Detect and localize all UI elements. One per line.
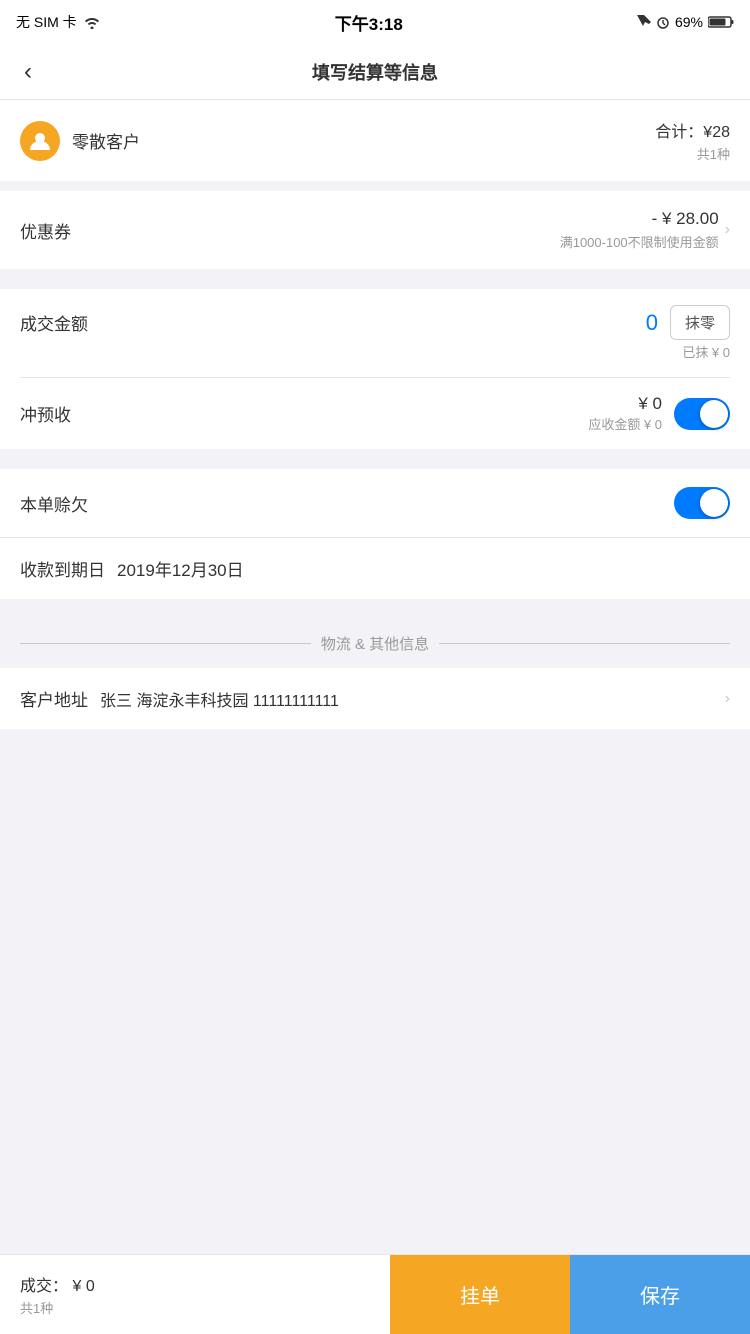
bottom-bar: 成交： ¥ 0 共1种 挂单 保存 <box>0 1254 750 1334</box>
back-button[interactable]: ‹ <box>16 50 40 94</box>
section-sep-3 <box>0 609 750 619</box>
deal-amount-label: 成交金额 <box>20 310 88 335</box>
address-row[interactable]: 客户地址 张三 海淀永丰科技园 11111111111 › <box>0 668 750 729</box>
logistics-line-right <box>439 643 730 644</box>
advance-amount: ¥ 0 <box>588 394 662 414</box>
deal-amount-right: 抹零 <box>578 305 730 340</box>
coupon-amount: - ¥ 28.00 <box>560 209 719 229</box>
bottom-deal-label: 成交： <box>20 1278 68 1295</box>
deduction-toggle[interactable] <box>674 487 730 519</box>
section-sep-1 <box>0 279 750 289</box>
status-right: 69% <box>637 14 734 30</box>
advance-right: ¥ 0 应收金额 ¥ 0 <box>588 394 730 433</box>
deal-amount-row: 成交金额 抹零 已抹 ¥ 0 <box>0 289 750 377</box>
hang-button[interactable]: 挂单 <box>390 1255 570 1334</box>
advance-amounts: ¥ 0 应收金额 ¥ 0 <box>588 394 662 433</box>
address-card[interactable]: 客户地址 张三 海淀永丰科技园 11111111111 › <box>0 668 750 729</box>
battery-icon <box>708 15 734 29</box>
coupon-row[interactable]: 优惠券 - ¥ 28.00 满1000-100不限制使用金额 › <box>0 191 750 269</box>
due-date-label: 收款到期日 <box>20 556 105 581</box>
advance-label: 冲预收 <box>20 401 71 426</box>
customer-card: 零散客户 合计：¥28 共1种 <box>0 100 750 181</box>
address-label: 客户地址 <box>20 686 88 711</box>
total-amount: 合计：¥28 <box>655 118 730 142</box>
section-sep-2 <box>0 459 750 469</box>
deduction-toggle-knob <box>700 489 728 517</box>
coupon-label: 优惠券 <box>20 218 71 243</box>
logistics-header: 物流 & 其他信息 <box>0 619 750 668</box>
due-date-row: 收款到期日 2019年12月30日 <box>0 537 750 599</box>
address-chevron-icon: › <box>725 690 730 708</box>
coupon-card[interactable]: 优惠券 - ¥ 28.00 满1000-100不限制使用金额 › <box>0 191 750 269</box>
deduction-row: 本单赊欠 <box>0 469 750 537</box>
customer-left: 零散客户 <box>20 121 140 161</box>
page-title: 填写结算等信息 <box>312 59 438 85</box>
battery-percent: 69% <box>675 14 703 30</box>
save-button[interactable]: 保存 <box>570 1255 750 1334</box>
deal-amount-card: 成交金额 抹零 已抹 ¥ 0 冲预收 ¥ 0 应收金额 ¥ 0 <box>0 289 750 449</box>
deduction-label: 本单赊欠 <box>20 491 88 516</box>
bottom-info: 成交： ¥ 0 共1种 <box>0 1272 390 1317</box>
status-time: 下午3:18 <box>335 10 403 35</box>
coupon-value: - ¥ 28.00 满1000-100不限制使用金额 <box>560 209 719 251</box>
advance-row: 冲预收 ¥ 0 应收金额 ¥ 0 <box>0 378 750 449</box>
nav-bar: ‹ 填写结算等信息 <box>0 44 750 100</box>
alarm-icon <box>656 15 670 29</box>
chevron-right-icon: › <box>725 221 730 239</box>
coupon-desc: 满1000-100不限制使用金额 <box>560 232 719 251</box>
deal-amount-inner: 成交金额 抹零 <box>20 305 730 340</box>
deal-amount-input[interactable] <box>578 310 658 336</box>
logistics-label: 物流 & 其他信息 <box>321 633 429 654</box>
location-icon <box>637 15 651 29</box>
sim-status: 无 SIM 卡 <box>16 12 77 32</box>
wifi-icon <box>83 15 101 29</box>
total-count: 共1种 <box>655 144 730 163</box>
coupon-right: - ¥ 28.00 满1000-100不限制使用金额 › <box>560 209 730 251</box>
logistics-line-left <box>20 643 311 644</box>
customer-row: 零散客户 合计：¥28 共1种 <box>0 100 750 181</box>
advance-receivable: 应收金额 ¥ 0 <box>588 414 662 433</box>
advance-toggle-knob <box>700 400 728 428</box>
bottom-deal: 成交： ¥ 0 <box>20 1272 370 1296</box>
logistics-header-inner: 物流 & 其他信息 <box>20 633 730 654</box>
status-bar: 无 SIM 卡 下午3:18 69% <box>0 0 750 44</box>
customer-total: 合计：¥28 共1种 <box>655 118 730 163</box>
bottom-count: 共1种 <box>20 1298 370 1317</box>
content: 零散客户 合计：¥28 共1种 优惠券 - ¥ 28.00 满1000-100不… <box>0 100 750 839</box>
status-left: 无 SIM 卡 <box>16 12 101 32</box>
round-zero-button[interactable]: 抹零 <box>670 305 730 340</box>
advance-toggle[interactable] <box>674 398 730 430</box>
customer-name: 零散客户 <box>72 128 140 153</box>
deduction-card: 本单赊欠 收款到期日 2019年12月30日 <box>0 469 750 599</box>
person-icon <box>29 130 51 152</box>
due-date-value: 2019年12月30日 <box>117 556 244 581</box>
avatar <box>20 121 60 161</box>
bottom-deal-amount: ¥ 0 <box>72 1278 94 1295</box>
address-value: 张三 海淀永丰科技园 11111111111 <box>100 687 725 711</box>
already-deducted: 已抹 ¥ 0 <box>20 342 730 361</box>
